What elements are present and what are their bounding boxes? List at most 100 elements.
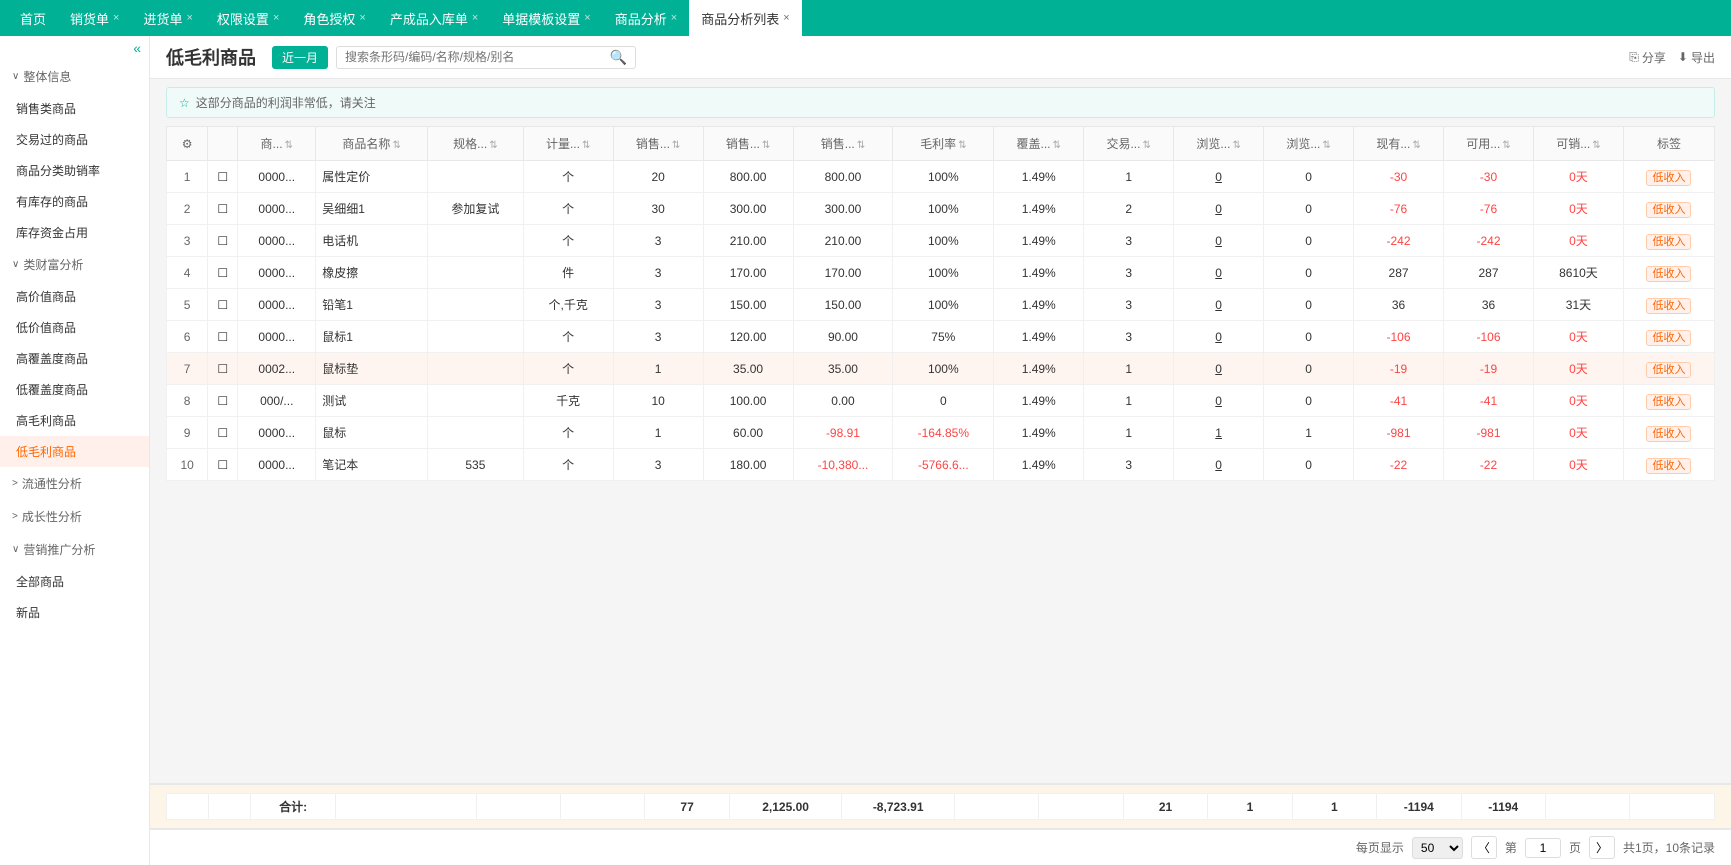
col-header-stock_current[interactable]: 现有...⇅ [1354,127,1444,161]
row-coverage: 1.49% [994,225,1084,257]
row-checkbox[interactable]: ☐ [208,321,238,353]
nav-item-商品分析[interactable]: 商品分析× [603,0,689,36]
sidebar: « ∨整体信息销售类商品交易过的商品商品分类助销率有库存的商品库存资金占用∨类财富… [0,36,150,865]
tag-badge: 低收入 [1646,266,1691,282]
row-stock-saleable: 0天 [1533,225,1623,257]
row-checkbox[interactable]: ☐ [208,225,238,257]
nav-item-销货单[interactable]: 销货单× [58,0,131,36]
row-checkbox[interactable]: ☐ [208,289,238,321]
sidebar-item-全部商品[interactable]: 全部商品 [0,566,149,597]
notice-text: 这部分商品的利润非常低，请关注 [196,94,376,111]
nav-item-单据模板设置[interactable]: 单据模板设置× [490,0,602,36]
row-checkbox[interactable]: ☐ [208,161,238,193]
row-sales-qty: 3 [613,257,703,289]
footer-browse2: 1 [1292,794,1376,820]
sidebar-item-低价值商品[interactable]: 低价值商品 [0,312,149,343]
nav-item-商品分析列表[interactable]: 商品分析列表× [689,0,801,36]
table-header-row: ⚙商...⇅商品名称⇅规格...⇅计量...⇅销售...⇅销售...⇅销售...… [167,127,1715,161]
close-icon[interactable]: × [113,12,119,24]
col-header-transaction[interactable]: 交易...⇅ [1084,127,1174,161]
col-header-browse2[interactable]: 浏览...⇅ [1264,127,1354,161]
row-sales-price: 60.00 [703,417,793,449]
nav-item-权限设置[interactable]: 权限设置× [205,0,291,36]
close-icon[interactable]: × [783,12,789,24]
content-area: 低毛利商品 近一月 🔍 ⎘ 分享 ⬇ 导出 ☆ 这部分商品的利润非常低，请关注 [150,36,1731,865]
footer-coverage [1039,794,1123,820]
close-icon[interactable]: × [186,12,192,24]
tag-badge: 低收入 [1646,202,1691,218]
export-button[interactable]: ⬇ 导出 [1678,49,1715,66]
sidebar-group-4[interactable]: ∨营销推广分析 [0,533,149,566]
sidebar-item-低覆盖度商品[interactable]: 低覆盖度商品 [0,374,149,405]
col-header-sales_price[interactable]: 销售...⇅ [703,127,793,161]
close-icon[interactable]: × [472,12,478,24]
row-coverage: 1.49% [994,257,1084,289]
close-icon[interactable]: × [671,12,677,24]
per-page-select[interactable]: 50 100 [1412,837,1463,859]
row-name: 橡皮擦 [316,257,428,289]
col-header-code[interactable]: 商...⇅ [238,127,316,161]
row-sales-qty: 3 [613,449,703,481]
share-button[interactable]: ⎘ 分享 [1629,49,1666,66]
row-stock-available: -22 [1444,449,1534,481]
group-arrow-icon: ∨ [12,544,19,555]
close-icon[interactable]: × [273,12,279,24]
next-page-button[interactable]: 〉 [1589,836,1615,859]
sort-icon: ⇅ [1232,140,1240,151]
footer-empty1 [209,794,251,820]
row-stock-saleable: 0天 [1533,449,1623,481]
footer-sales-price: 2,125.00 [729,794,842,820]
col-header-sales_qty[interactable]: 销售...⇅ [613,127,703,161]
sidebar-group-2[interactable]: >流通性分析 [0,467,149,500]
sidebar-item-高价值商品[interactable]: 高价值商品 [0,281,149,312]
sidebar-collapse-toggle[interactable]: « [129,40,145,56]
col-header-spec[interactable]: 规格...⇅ [428,127,524,161]
row-browse2: 0 [1264,225,1354,257]
row-checkbox[interactable]: ☐ [208,417,238,449]
sidebar-item-高覆盖度商品[interactable]: 高覆盖度商品 [0,343,149,374]
sidebar-group-3[interactable]: >成长性分析 [0,500,149,533]
sidebar-item-库存资金占用[interactable]: 库存资金占用 [0,217,149,248]
sidebar-item-有库存的商品[interactable]: 有库存的商品 [0,186,149,217]
col-header-name[interactable]: 商品名称⇅ [316,127,428,161]
row-stock-available: -41 [1444,385,1534,417]
row-checkbox[interactable]: ☐ [208,353,238,385]
nav-item-角色授权[interactable]: 角色授权× [291,0,377,36]
row-checkbox[interactable]: ☐ [208,449,238,481]
sidebar-item-新品[interactable]: 新品 [0,597,149,628]
nav-item-产成品入库单[interactable]: 产成品入库单× [378,0,490,36]
sidebar-item-商品分类助销率[interactable]: 商品分类助销率 [0,155,149,186]
nav-item-进货单[interactable]: 进货单× [131,0,204,36]
time-filter-button[interactable]: 近一月 [272,46,328,69]
col-header-sales_amount[interactable]: 销售...⇅ [793,127,893,161]
col-header-stock_saleable[interactable]: 可销...⇅ [1533,127,1623,161]
sidebar-group-1[interactable]: ∨类财富分析 [0,248,149,281]
nav-item-首页[interactable]: 首页 [8,0,58,36]
group-arrow-icon: ∨ [12,71,19,82]
col-header-gross_rate[interactable]: 毛利率⇅ [893,127,994,161]
close-icon[interactable]: × [359,12,365,24]
row-gross-rate: -5766.6... [893,449,994,481]
row-checkbox[interactable]: ☐ [208,257,238,289]
sidebar-item-销售类商品[interactable]: 销售类商品 [0,93,149,124]
sidebar-group-0[interactable]: ∨整体信息 [0,60,149,93]
row-transaction: 3 [1084,449,1174,481]
row-unit: 个 [523,161,613,193]
col-header-unit[interactable]: 计量...⇅ [523,127,613,161]
page-number-input[interactable] [1525,838,1561,858]
col-header-browse1[interactable]: 浏览...⇅ [1174,127,1264,161]
col-header-coverage[interactable]: 覆盖...⇅ [994,127,1084,161]
col-header-stock_available[interactable]: 可用...⇅ [1444,127,1534,161]
notice-icon: ☆ [179,96,190,110]
sidebar-item-高毛利商品[interactable]: 高毛利商品 [0,405,149,436]
row-name: 吴细细1 [316,193,428,225]
search-input[interactable] [345,50,610,64]
close-icon[interactable]: × [584,12,590,24]
prev-page-button[interactable]: 〈 [1471,836,1497,859]
sidebar-item-低毛利商品[interactable]: 低毛利商品 [0,436,149,467]
row-browse2: 0 [1264,321,1354,353]
row-checkbox[interactable]: ☐ [208,385,238,417]
row-checkbox[interactable]: ☐ [208,193,238,225]
sidebar-item-交易过的商品[interactable]: 交易过的商品 [0,124,149,155]
row-gross-rate: 100% [893,193,994,225]
